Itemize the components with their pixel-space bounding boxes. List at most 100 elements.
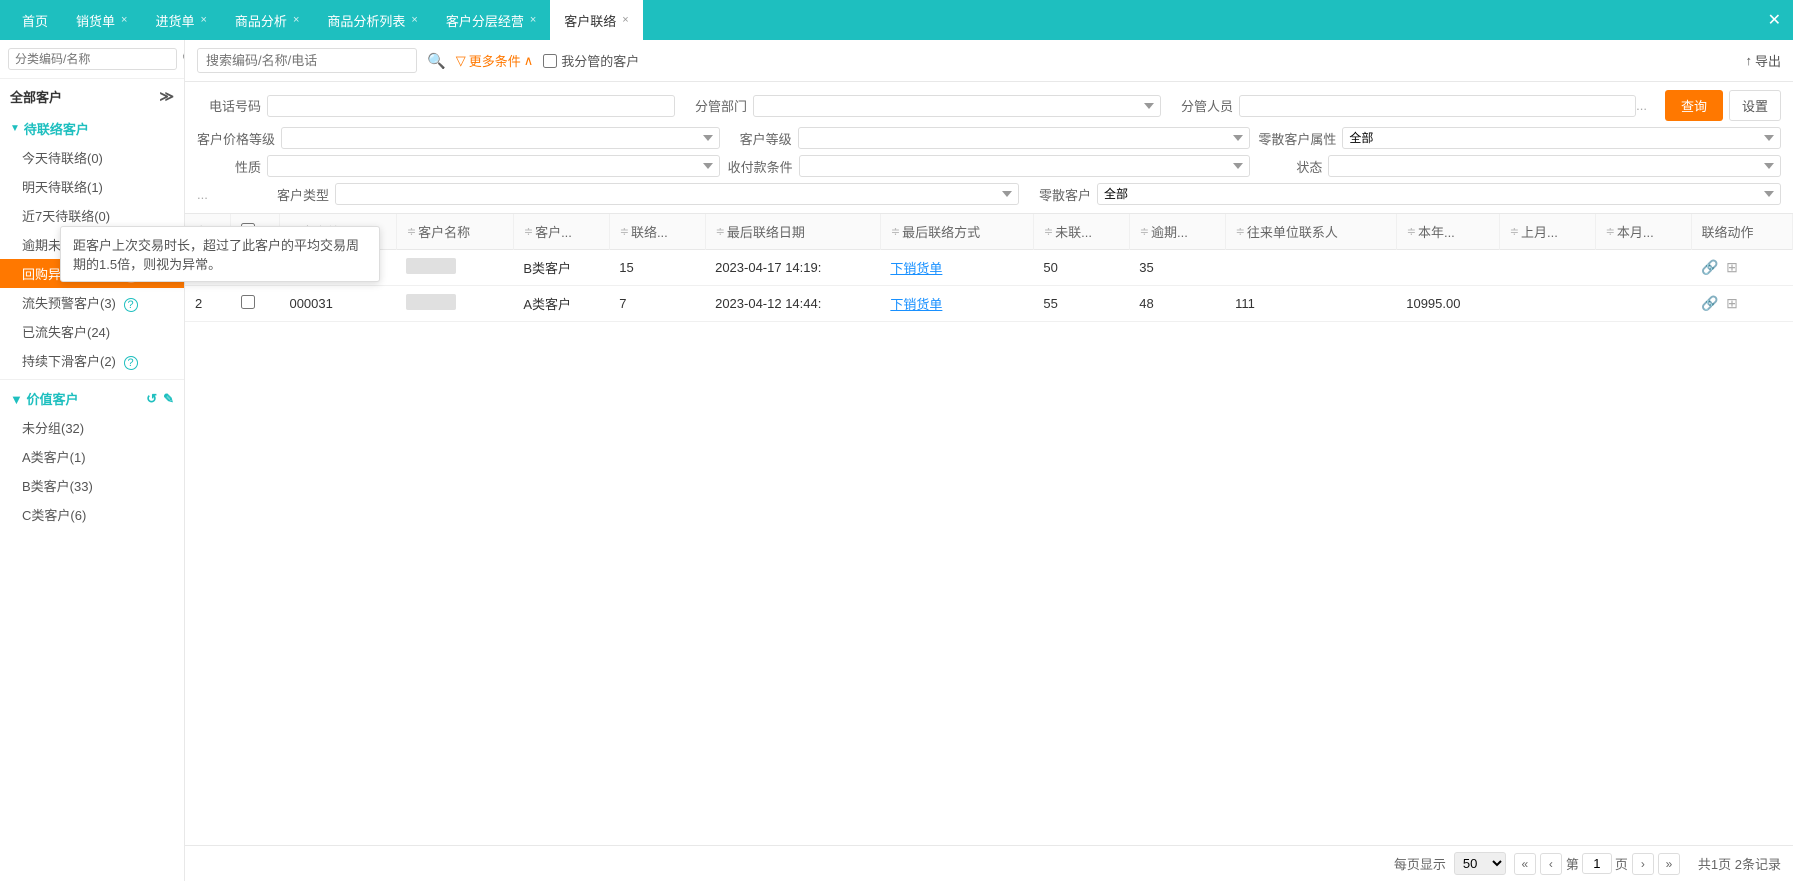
last-method-link-1[interactable]: 下销货单 — [890, 261, 942, 276]
sidebar-item-c-class[interactable]: C类客户(6) — [0, 500, 184, 529]
th-last-contact-method[interactable]: 最后联络方式 — [880, 214, 1033, 250]
filter-price-level: 客户价格等级 — [197, 127, 720, 149]
row2-checkbox[interactable] — [241, 295, 255, 309]
td-last-date-1: 2023-04-17 14:19: — [705, 250, 880, 286]
my-customers-checkbox[interactable]: 我分管的客户 — [543, 51, 639, 70]
th-last-month[interactable]: 上月... — [1499, 214, 1595, 250]
th-this-month[interactable]: 本月... — [1595, 214, 1691, 250]
td-actions-2: 🔗 ⊞ — [1691, 286, 1792, 322]
sidebar-item-tomorrow-contact[interactable]: 明天待联络(1) — [0, 172, 184, 201]
sidebar-item-b-class[interactable]: B类客户(33) — [0, 471, 184, 500]
sidebar-item-lost-customers[interactable]: 已流失客户(24) — [0, 317, 184, 346]
link-action-icon-1[interactable]: 🔗 — [1701, 259, 1718, 275]
filter-retail-cust-select[interactable]: 全部 — [1097, 183, 1781, 205]
filter-phone-input[interactable] — [267, 95, 675, 117]
filter-payment-label: 收付款条件 — [728, 157, 799, 176]
filter-status: 状态 — [1258, 155, 1781, 177]
name-placeholder — [406, 258, 456, 274]
refresh-icon[interactable]: ↺ — [146, 391, 157, 407]
td-uncontacted-2: 55 — [1033, 286, 1129, 322]
th-this-year[interactable]: 本年... — [1396, 214, 1499, 250]
filter-clevel-select[interactable] — [798, 127, 1251, 149]
per-page-label: 每页显示 — [1394, 854, 1446, 873]
page-label: 第 — [1566, 854, 1579, 873]
filter-retail-attr: 零散客户属性 全部 — [1258, 127, 1781, 149]
filter-retail-select[interactable]: 全部 — [1342, 127, 1781, 149]
last-method-link-2[interactable]: 下销货单 — [890, 297, 942, 312]
filter-retail-customer: 零散客户 全部 — [1027, 183, 1781, 205]
th-unit-contact[interactable]: 往来单位联系人 — [1225, 214, 1396, 250]
first-page-button[interactable]: « — [1514, 853, 1536, 875]
edit-icon[interactable]: ✎ — [163, 391, 174, 407]
table-area: ⚙ 客户编码 客户名称 客户... 联络... 最后联络日期 最后联络方式 未联… — [185, 214, 1793, 845]
sidebar-search-input[interactable] — [8, 48, 177, 70]
page-number-input[interactable] — [1582, 853, 1612, 874]
close-icon[interactable]: × — [411, 14, 417, 26]
main-layout: 🔍 全部客户 ≫ ▼ 待联络客户 今天待联络(0) 明天待联络(1) 近7天待联… — [0, 40, 1793, 881]
filter-dots-area: ... — [197, 187, 257, 202]
td-last-date-2: 2023-04-12 14:44: — [705, 286, 880, 322]
sidebar-item-declining[interactable]: 持续下滑客户(2) ? — [0, 346, 184, 375]
td-ctype-2: A类客户 — [513, 286, 609, 322]
filter-manager-dots[interactable]: ... — [1636, 98, 1647, 113]
nav-tab-customer-contact[interactable]: 客户联络 × — [550, 0, 642, 40]
td-this-month-2 — [1595, 286, 1691, 322]
main-search-button[interactable]: 🔍 — [427, 52, 446, 70]
prev-page-button[interactable]: ‹ — [1540, 853, 1562, 875]
th-ctype[interactable]: 客户... — [513, 214, 609, 250]
td-last-method-2[interactable]: 下销货单 — [880, 286, 1033, 322]
per-page-select[interactable]: 50 20100 — [1454, 852, 1506, 875]
my-customers-check[interactable] — [543, 54, 557, 68]
sidebar-group-value[interactable]: ▼ 价值客户 ↺ ✎ — [0, 384, 184, 413]
filter-retail-label: 零散客户属性 — [1258, 129, 1342, 148]
sidebar-group-contact[interactable]: ▼ 待联络客户 — [0, 114, 184, 143]
close-icon[interactable]: × — [121, 14, 127, 26]
sidebar-item-today-contact[interactable]: 今天待联络(0) — [0, 143, 184, 172]
filter-nature-select[interactable] — [267, 155, 720, 177]
sidebar-item-ungrouped[interactable]: 未分组(32) — [0, 413, 184, 442]
filter-more-dots[interactable]: ... — [197, 187, 208, 202]
filter-status-select[interactable] — [1328, 155, 1781, 177]
filter-price-select[interactable] — [281, 127, 720, 149]
filter-ctype-select[interactable] — [335, 183, 1019, 205]
nav-tab-home[interactable]: 首页 — [8, 0, 62, 40]
grid-action-icon-1[interactable]: ⊞ — [1726, 259, 1738, 275]
td-contact-2: 7 — [609, 286, 705, 322]
main-search-input[interactable] — [197, 48, 417, 73]
grid-action-icon-2[interactable]: ⊞ — [1726, 295, 1738, 311]
th-contact[interactable]: 联络... — [609, 214, 705, 250]
last-page-button[interactable]: » — [1658, 853, 1680, 875]
filter-dept-select[interactable] — [753, 95, 1161, 117]
close-icon[interactable]: × — [622, 14, 628, 26]
nav-tab-analysis[interactable]: 商品分析 × — [221, 0, 313, 40]
th-last-contact-date[interactable]: 最后联络日期 — [705, 214, 880, 250]
sidebar-item-lost-warning[interactable]: 流失预警客户(3) ? — [0, 288, 184, 317]
th-name[interactable]: 客户名称 — [396, 214, 513, 250]
nav-tab-customer-segment[interactable]: 客户分层经营 × — [432, 0, 550, 40]
nav-tab-purchase[interactable]: 进货单 × — [141, 0, 220, 40]
td-name-2 — [396, 286, 513, 322]
close-all-button[interactable]: ✕ — [1768, 10, 1781, 30]
next-page-button[interactable]: › — [1632, 853, 1654, 875]
filter-buttons: 查询 设置 — [1665, 90, 1781, 121]
filter-payment-select[interactable] — [799, 155, 1251, 177]
th-uncontacted[interactable]: 未联... — [1033, 214, 1129, 250]
td-last-method-1[interactable]: 下销货单 — [880, 250, 1033, 286]
query-button[interactable]: 查询 — [1665, 90, 1723, 121]
sidebar-item-a-class[interactable]: A类客户(1) — [0, 442, 184, 471]
total-records: 共1页 2条记录 — [1698, 854, 1781, 873]
export-icon: ↑ — [1745, 53, 1752, 68]
more-conditions-button[interactable]: ▽ 更多条件 ∧ — [456, 51, 534, 70]
filter-dept-label: 分管部门 — [683, 96, 753, 115]
link-action-icon-2[interactable]: 🔗 — [1701, 295, 1718, 311]
close-icon[interactable]: × — [200, 14, 206, 26]
collapse-icon[interactable]: ≫ — [159, 88, 174, 105]
nav-tab-analysis-list[interactable]: 商品分析列表 × — [313, 0, 431, 40]
close-icon[interactable]: × — [530, 14, 536, 26]
filter-manager-input[interactable] — [1239, 95, 1636, 117]
close-icon[interactable]: × — [293, 14, 299, 26]
nav-tab-sales[interactable]: 销货单 × — [62, 0, 141, 40]
export-button[interactable]: ↑ 导出 — [1745, 51, 1781, 70]
settings-button[interactable]: 设置 — [1729, 90, 1781, 121]
th-overdue[interactable]: 逾期... — [1129, 214, 1225, 250]
